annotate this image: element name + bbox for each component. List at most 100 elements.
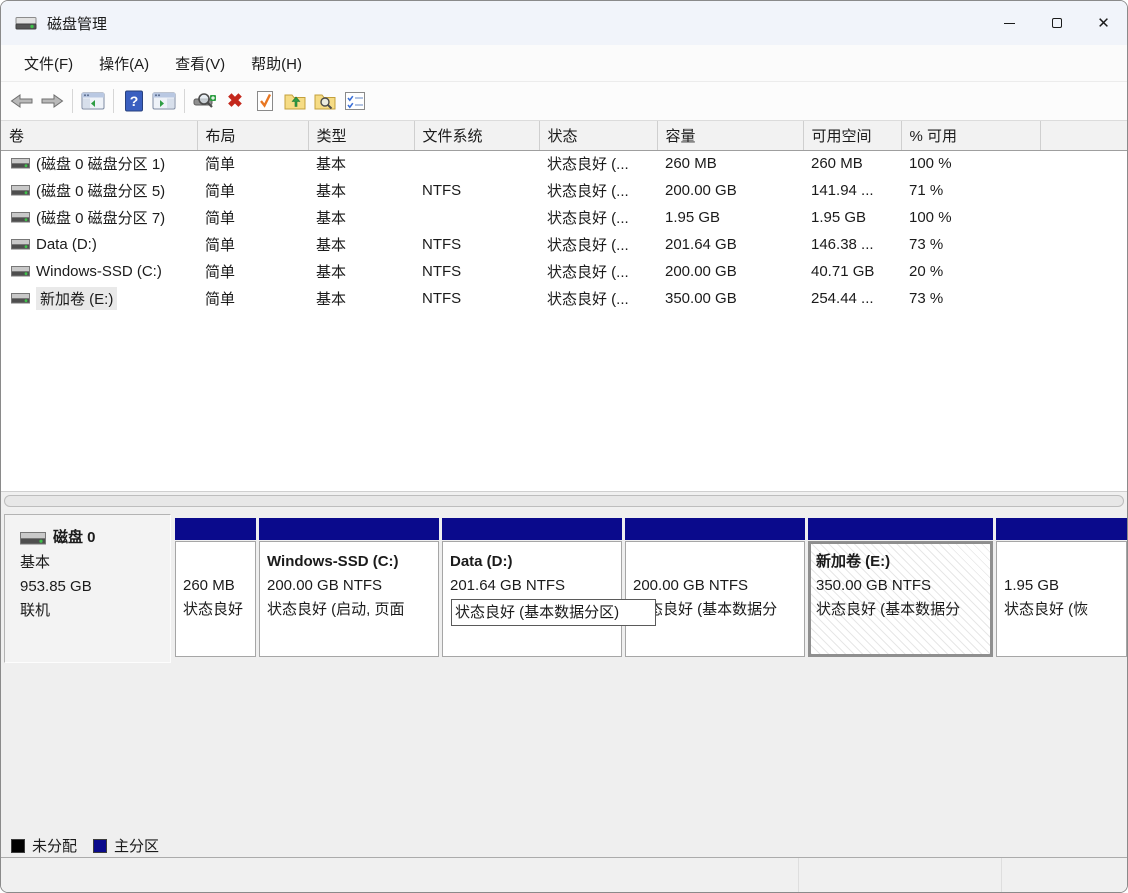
table-row[interactable]: (磁盘 0 磁盘分区 1) 简单 基本 状态良好 (... 260 MB 260…	[1, 150, 1127, 177]
maximize-icon	[1051, 18, 1062, 28]
column-header-filesystem[interactable]: 文件系统	[414, 121, 540, 151]
partition-size: 350.00 GB NTFS	[816, 577, 932, 594]
table-row[interactable]: (磁盘 0 磁盘分区 5) 简单 基本 NTFS 状态良好 (... 200.0…	[1, 177, 1127, 204]
drive-icon	[11, 266, 30, 277]
disk-name: 磁盘 0	[53, 529, 96, 546]
drive-icon	[11, 293, 30, 304]
column-header-pctfree[interactable]: % 可用	[901, 121, 1041, 151]
disk-graph-panel: 磁盘 0 基本 953.85 GB 联机 260 MB 状态良好 Windows…	[1, 509, 1127, 858]
table-row[interactable]: Windows-SSD (C:) 简单 基本 NTFS 状态良好 (... 20…	[1, 258, 1127, 285]
toolbar-separator	[113, 89, 114, 113]
legend: 未分配 主分区	[1, 834, 1127, 858]
cell-capacity: 260 MB	[665, 155, 717, 173]
close-icon: ✕	[1097, 15, 1110, 32]
partition-size: 201.64 GB NTFS	[450, 577, 566, 594]
help-icon: ?	[125, 90, 143, 112]
disk-0-info[interactable]: 磁盘 0 基本 953.85 GB 联机	[4, 514, 171, 663]
toolbar: ? ✖	[1, 82, 1127, 121]
cell-free: 141.94 ...	[811, 182, 874, 199]
scrollbar-thumb[interactable]	[4, 494, 1124, 507]
cell-status: 状态良好 (...	[547, 237, 629, 254]
folder-up-icon	[284, 94, 306, 110]
column-header-spacer	[1040, 121, 1127, 151]
horizontal-scrollbar[interactable]	[1, 491, 1127, 509]
partition-label: 新加卷 (E:)	[816, 553, 891, 570]
table-row[interactable]: Data (D:) 简单 基本 NTFS 状态良好 (... 201.64 GB…	[1, 231, 1127, 258]
column-header-layout[interactable]: 布局	[197, 121, 309, 151]
cell-layout: 简单	[205, 156, 236, 174]
show-console-tree-button[interactable]	[78, 87, 108, 115]
disk-properties-icon	[193, 93, 216, 108]
show-action-pane-button[interactable]	[149, 87, 179, 115]
cell-layout: 简单	[205, 264, 236, 281]
disk-size: 953.85 GB	[20, 578, 92, 595]
cell-fs: NTFS	[422, 182, 462, 199]
statusbar-separator	[798, 858, 799, 892]
checklist-button[interactable]	[340, 87, 370, 115]
close-button[interactable]: ✕	[1080, 1, 1127, 45]
folder-search-button[interactable]	[310, 87, 340, 115]
cell-layout: 简单	[205, 210, 236, 227]
menu-file[interactable]: 文件(F)	[11, 49, 86, 78]
partition-header-bar	[175, 518, 256, 540]
cell-pct: 73 %	[909, 236, 944, 253]
partition-header-bar	[442, 518, 622, 540]
disk-state: 联机	[20, 602, 51, 619]
partition-recovery[interactable]: 1.95 GB 状态良好 (恢	[996, 518, 1127, 663]
cell-status: 状态良好 (...	[547, 156, 629, 174]
column-header-volume[interactable]: 卷	[1, 121, 198, 151]
primary-partition-swatch	[93, 838, 108, 853]
disk-properties-button[interactable]	[190, 87, 220, 115]
check-document-button[interactable]	[250, 87, 280, 115]
table-row-selected[interactable]: 新加卷 (E:) 简单 基本 NTFS 状态良好 (... 350.00 GB …	[1, 285, 1127, 312]
delete-icon: ✖	[227, 90, 243, 112]
table-row[interactable]: (磁盘 0 磁盘分区 7) 简单 基本 状态良好 (... 1.95 GB 1.…	[1, 204, 1127, 231]
title-bar: 磁盘管理 ✕	[1, 1, 1127, 45]
partition-windows-ssd-c[interactable]: Windows-SSD (C:) 200.00 GB NTFS 状态良好 (启动…	[259, 518, 439, 663]
volume-name: Windows-SSD (C:)	[36, 263, 162, 280]
disk-drive-app-icon	[15, 17, 37, 30]
cell-layout: 简单	[205, 183, 236, 200]
help-button[interactable]: ?	[119, 87, 149, 115]
partition-size: 200.00 GB NTFS	[267, 577, 383, 594]
cell-pct: 71 %	[909, 182, 944, 199]
cell-type: 基本	[316, 156, 347, 174]
cell-capacity: 1.95 GB	[665, 209, 721, 226]
partition-new-volume-e[interactable]: 新加卷 (E:) 350.00 GB NTFS 状态良好 (基本数据分	[808, 518, 993, 663]
drive-icon	[11, 212, 30, 223]
maximize-button[interactable]	[1033, 1, 1080, 45]
column-header-capacity[interactable]: 容量	[657, 121, 804, 151]
column-header-status[interactable]: 状态	[539, 121, 658, 151]
minimize-button[interactable]	[986, 1, 1033, 45]
cell-status: 状态良好 (...	[547, 264, 629, 281]
check-document-icon	[257, 91, 273, 111]
delete-volume-button[interactable]: ✖	[220, 87, 250, 115]
statusbar-separator	[1001, 858, 1002, 892]
menu-view[interactable]: 查看(V)	[162, 49, 238, 78]
column-header-type[interactable]: 类型	[308, 121, 415, 151]
back-button[interactable]	[7, 87, 37, 115]
cell-free: 260 MB	[811, 155, 863, 173]
cell-capacity: 201.64 GB	[665, 236, 737, 253]
partition-status: 状态良好 (基本数据分	[633, 601, 778, 618]
cell-fs: NTFS	[422, 290, 462, 307]
checklist-icon	[345, 92, 365, 110]
menu-help[interactable]: 帮助(H)	[238, 49, 315, 78]
volume-name: (磁盘 0 磁盘分区 5)	[36, 183, 166, 200]
cell-capacity: 350.00 GB	[665, 290, 737, 307]
column-header-freespace[interactable]: 可用空间	[803, 121, 902, 151]
partition-efi[interactable]: 260 MB 状态良好	[175, 518, 256, 663]
folder-up-button[interactable]	[280, 87, 310, 115]
partition-label	[633, 550, 804, 574]
action-pane-icon	[152, 92, 176, 110]
cell-status: 状态良好 (...	[547, 183, 629, 200]
menu-action[interactable]: 操作(A)	[86, 49, 162, 78]
folder-search-icon	[314, 94, 336, 110]
cell-free: 1.95 GB	[811, 209, 867, 226]
disk-icon	[20, 531, 46, 544]
cell-type: 基本	[316, 237, 347, 254]
forward-button[interactable]	[37, 87, 67, 115]
partition-size: 260 MB	[183, 577, 235, 594]
partition-unlabeled-200gb[interactable]: 200.00 GB NTFS 状态良好 (基本数据分	[625, 518, 805, 663]
partition-data-d[interactable]: Data (D:) 201.64 GB NTFS	[442, 518, 622, 663]
